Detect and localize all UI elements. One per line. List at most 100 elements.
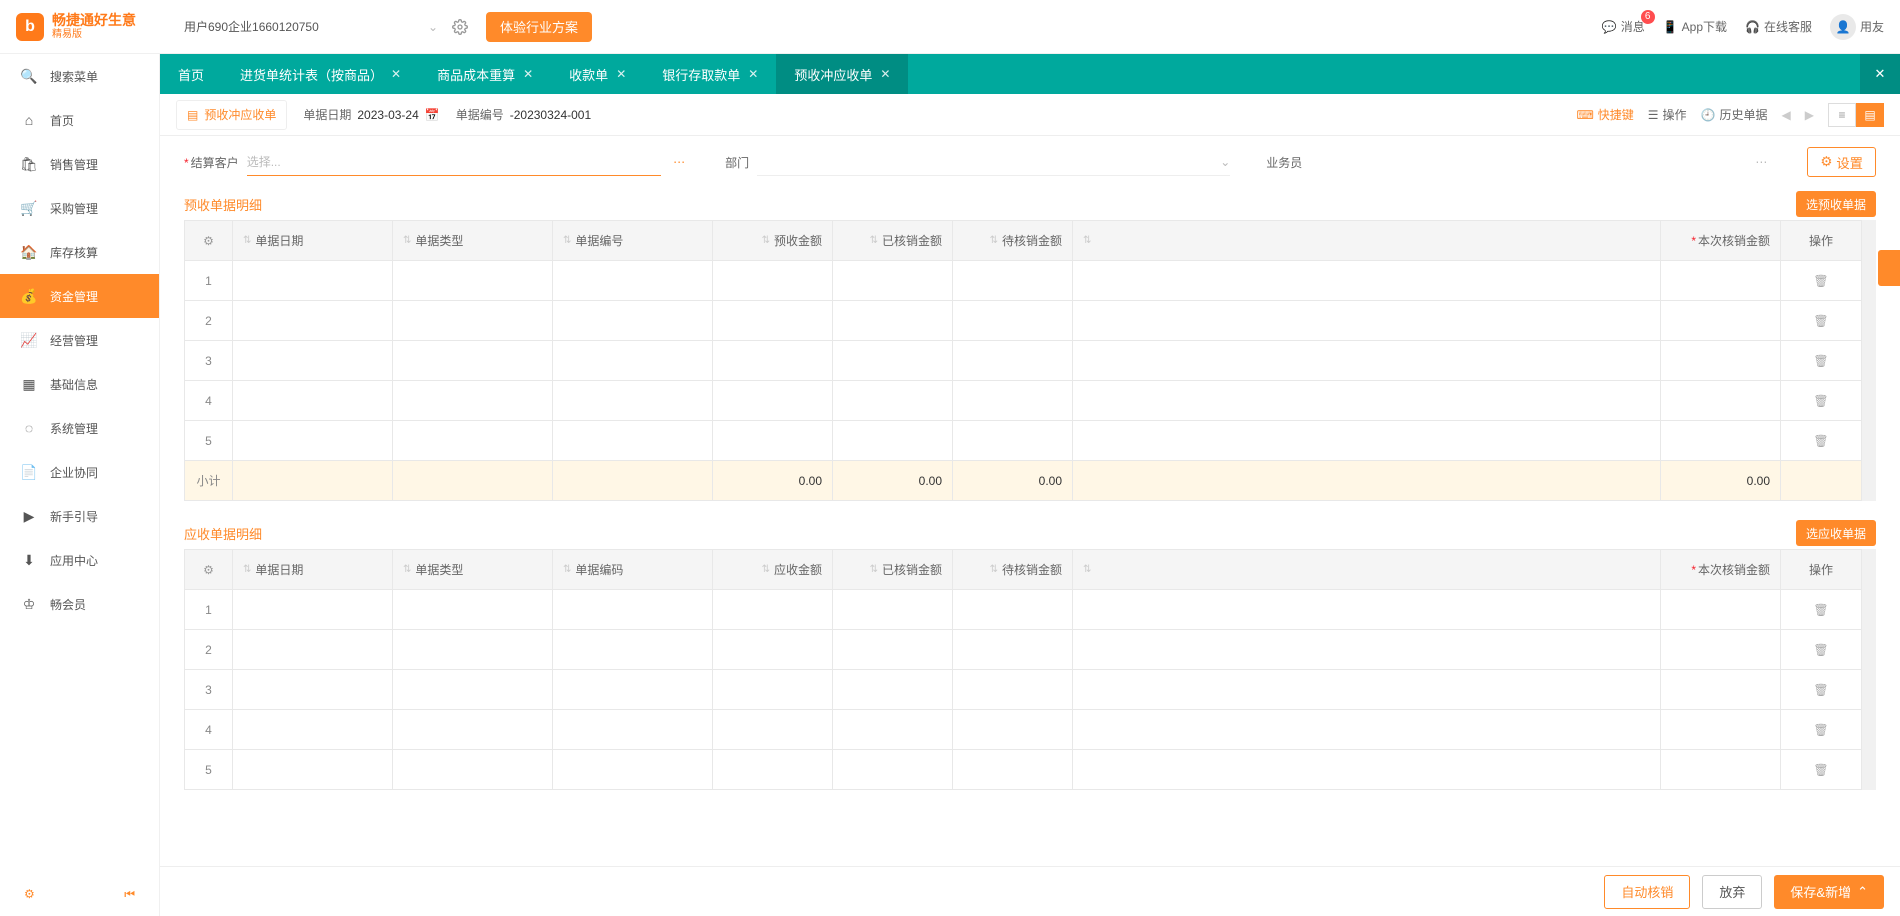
collapse-icon[interactable]: ⏮ <box>124 887 135 902</box>
customer-lookup-icon[interactable]: ⋯ <box>669 155 689 169</box>
document-type-tab[interactable]: ▤ 预收冲应收单 <box>176 100 287 130</box>
close-icon[interactable]: ✕ <box>523 67 533 81</box>
topbar-actions: 💬 消息 6 📱 App下载 🎧 在线客服 👤 用友 <box>1602 14 1884 40</box>
discard-button[interactable]: 放弃 <box>1702 875 1762 909</box>
sort-icon[interactable]: ⇅ <box>870 565 878 575</box>
table-row[interactable]: 3🗑 <box>185 670 1861 710</box>
tab-5[interactable]: 预收冲应收单✕ <box>776 54 908 94</box>
sidebar-item-11[interactable]: ⬇应用中心 <box>0 538 159 582</box>
sidebar-item-1[interactable]: ⌂首页 <box>0 98 159 142</box>
sidebar-item-label: 基础信息 <box>50 376 98 393</box>
scrollbar[interactable] <box>1862 549 1876 790</box>
sort-icon[interactable]: ⇅ <box>1083 236 1091 246</box>
gear-icon[interactable]: ⚙ <box>24 887 35 901</box>
receivable-title: 应收单据明细 <box>184 524 262 543</box>
table-row[interactable]: 3🗑 <box>185 341 1861 381</box>
online-service-button[interactable]: 🎧 在线客服 <box>1745 18 1812 35</box>
delete-icon[interactable]: 🗑 <box>1813 394 1828 408</box>
table-row[interactable]: 2🗑 <box>185 301 1861 341</box>
doc-date-value[interactable]: 2023-03-24 <box>357 108 418 122</box>
dept-select[interactable]: ⌄ <box>757 148 1230 176</box>
tab-1[interactable]: 进货单统计表（按商品）✕ <box>222 54 419 94</box>
table-row[interactable]: 1🗑 <box>185 590 1861 630</box>
settings-button[interactable]: ⚙ 设置 <box>1807 147 1876 177</box>
view-list-button[interactable]: ≡ <box>1828 103 1856 127</box>
close-icon[interactable]: ✕ <box>880 67 890 81</box>
sort-icon[interactable]: ⇅ <box>403 236 411 246</box>
app-download-button[interactable]: 📱 App下载 <box>1663 18 1727 35</box>
sort-icon[interactable]: ⇅ <box>870 236 878 246</box>
scrollbar[interactable] <box>1862 220 1876 501</box>
sort-icon[interactable]: ⇅ <box>762 236 770 246</box>
operate-button[interactable]: ☰操作 <box>1648 106 1687 123</box>
sidebar-icon: ⌂ <box>20 112 38 128</box>
delete-icon[interactable]: 🗑 <box>1813 354 1828 368</box>
customer-input[interactable] <box>247 148 661 176</box>
sidebar-item-2[interactable]: 🛍销售管理 <box>0 142 159 186</box>
prev-doc-icon[interactable]: ◀ <box>1782 108 1791 122</box>
dock-item[interactable] <box>1878 250 1900 286</box>
select-receivable-button[interactable]: 选应收单据 <box>1796 520 1876 546</box>
delete-icon[interactable]: 🗑 <box>1813 314 1828 328</box>
column-settings-icon[interactable]: ⚙ <box>203 234 214 248</box>
sort-icon[interactable]: ⇅ <box>762 565 770 575</box>
delete-icon[interactable]: 🗑 <box>1813 274 1828 288</box>
messages-button[interactable]: 💬 消息 6 <box>1602 18 1645 35</box>
close-icon[interactable]: ✕ <box>748 67 758 81</box>
table-row[interactable]: 5🗑 <box>185 750 1861 790</box>
sort-icon[interactable]: ⇅ <box>1083 565 1091 575</box>
tab-4[interactable]: 银行存取款单✕ <box>644 54 776 94</box>
delete-icon[interactable]: 🗑 <box>1813 763 1828 777</box>
sort-icon[interactable]: ⇅ <box>563 565 571 575</box>
sort-icon[interactable]: ⇅ <box>990 565 998 575</box>
sort-icon[interactable]: ⇅ <box>990 236 998 246</box>
company-select[interactable]: 用户690企业1660120750 ⌄ <box>176 13 446 41</box>
select-prepay-button[interactable]: 选预收单据 <box>1796 191 1876 217</box>
sidebar-item-10[interactable]: ▶新手引导 <box>0 494 159 538</box>
table-row[interactable]: 2🗑 <box>185 630 1861 670</box>
calendar-icon[interactable]: 📅 <box>425 108 440 122</box>
close-all-tabs-icon[interactable]: ✕ <box>1860 54 1900 94</box>
sidebar-item-3[interactable]: 🛒采购管理 <box>0 186 159 230</box>
save-add-button[interactable]: 保存&新增 ⌃ <box>1774 875 1884 909</box>
sidebar-item-12[interactable]: ♔畅会员 <box>0 582 159 626</box>
delete-icon[interactable]: 🗑 <box>1813 603 1828 617</box>
delete-icon[interactable]: 🗑 <box>1813 683 1828 697</box>
table-row[interactable]: 5🗑 <box>185 421 1861 461</box>
delete-icon[interactable]: 🗑 <box>1813 643 1828 657</box>
user-menu[interactable]: 👤 用友 <box>1830 14 1884 40</box>
table-row[interactable]: 1🗑 <box>185 261 1861 301</box>
table-row[interactable]: 4🗑 <box>185 710 1861 750</box>
trial-button[interactable]: 体验行业方案 <box>486 12 592 42</box>
form-row: *结算客户 ⋯ 部门 ⌄ 业务员 ⋯ ⚙ 设置 <box>160 136 1900 188</box>
sidebar-item-0[interactable]: 🔍搜索菜单 <box>0 54 159 98</box>
company-settings-icon[interactable] <box>446 13 474 41</box>
sidebar-item-label: 库存核算 <box>50 244 98 261</box>
sidebar-item-7[interactable]: ▦基础信息 <box>0 362 159 406</box>
sidebar-item-5[interactable]: 💰资金管理 <box>0 274 159 318</box>
table-row[interactable]: 4🗑 <box>185 381 1861 421</box>
delete-icon[interactable]: 🗑 <box>1813 723 1828 737</box>
next-doc-icon[interactable]: ▶ <box>1805 108 1814 122</box>
sort-icon[interactable]: ⇅ <box>403 565 411 575</box>
column-settings-icon[interactable]: ⚙ <box>203 563 214 577</box>
view-card-button[interactable]: ▤ <box>1856 103 1884 127</box>
sales-select[interactable] <box>1310 148 1743 176</box>
shortcut-button[interactable]: ⌨快捷键 <box>1576 106 1633 123</box>
sidebar-item-4[interactable]: 🏠库存核算 <box>0 230 159 274</box>
tab-0[interactable]: 首页 <box>160 54 222 94</box>
sales-lookup-icon[interactable]: ⋯ <box>1751 155 1771 169</box>
delete-icon[interactable]: 🗑 <box>1813 434 1828 448</box>
close-icon[interactable]: ✕ <box>616 67 626 81</box>
close-icon[interactable]: ✕ <box>391 67 401 81</box>
sort-icon[interactable]: ⇅ <box>243 565 251 575</box>
sort-icon[interactable]: ⇅ <box>243 236 251 246</box>
tab-2[interactable]: 商品成本重算✕ <box>419 54 551 94</box>
sidebar-item-9[interactable]: 📄企业协同 <box>0 450 159 494</box>
history-button[interactable]: 🕘历史单据 <box>1701 106 1768 123</box>
sort-icon[interactable]: ⇅ <box>563 236 571 246</box>
tab-3[interactable]: 收款单✕ <box>551 54 644 94</box>
sidebar-item-6[interactable]: 📈经营管理 <box>0 318 159 362</box>
auto-writeoff-button[interactable]: 自动核销 <box>1604 875 1690 909</box>
sidebar-item-8[interactable]: ◌系统管理 <box>0 406 159 450</box>
